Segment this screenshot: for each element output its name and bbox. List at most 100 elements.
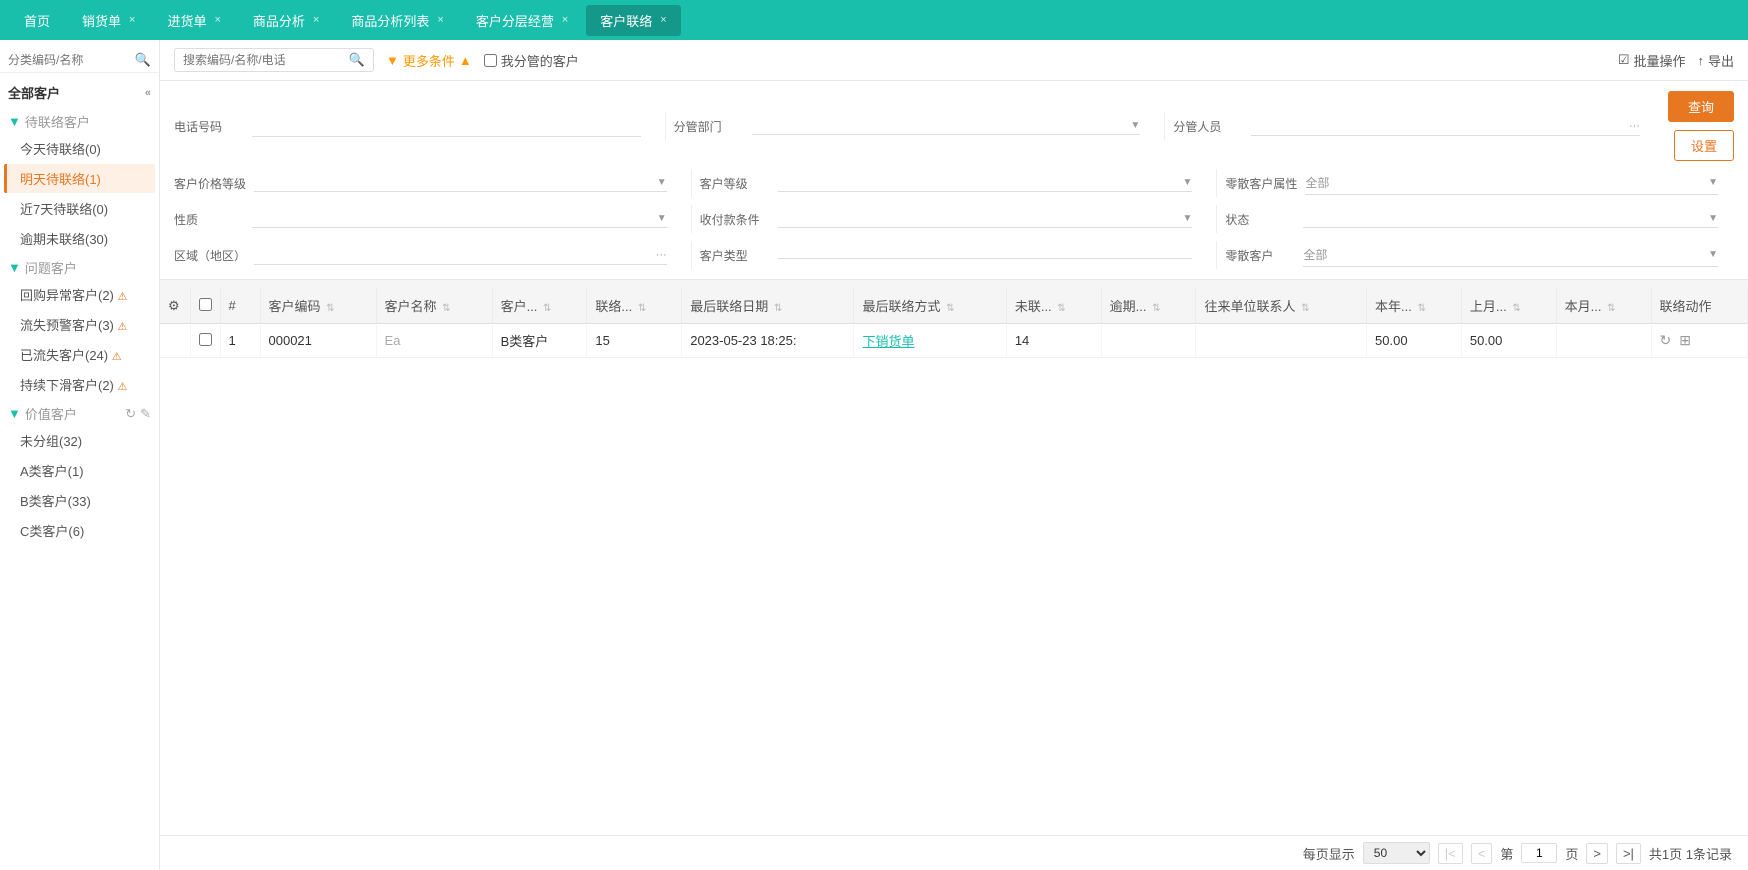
checkbox-icon: ☑	[1618, 52, 1630, 68]
table-header-row: ⚙ # 客户编码 ⇅ 客户名称 ⇅	[160, 288, 1748, 324]
nav-sales-order[interactable]: 销货单 ×	[68, 5, 149, 36]
cust-type-select[interactable]	[778, 252, 1193, 259]
sidebar-week-contact[interactable]: 近7天待联络(0)	[4, 194, 155, 223]
last-method-link[interactable]: 下销货单	[862, 334, 914, 349]
payment-select[interactable]: ▼	[778, 210, 1193, 228]
per-page-label: 每页显示	[1303, 844, 1355, 863]
filter-phone-cell: 电话号码	[174, 116, 657, 137]
sort-icon-method[interactable]: ⇅	[946, 303, 954, 314]
sort-icon-type[interactable]: ⇅	[543, 303, 551, 314]
sort-icon-contact-count[interactable]: ⇅	[638, 303, 646, 314]
close-product-analysis-list[interactable]: ×	[437, 14, 443, 26]
th-this-year: 本年... ⇅	[1367, 288, 1462, 324]
close-product-analysis[interactable]: ×	[313, 14, 319, 26]
per-page-select[interactable]: 50 100 200	[1363, 842, 1430, 864]
prev-page-btn[interactable]: <	[1471, 843, 1493, 864]
pending-contact-label: ▼ 待联络客户	[0, 108, 159, 133]
set-button[interactable]: 设置	[1674, 130, 1734, 161]
sidebar-ungrouped[interactable]: 未分组(32)	[4, 426, 155, 455]
all-customers-header[interactable]: 全部客户 «	[0, 77, 159, 108]
filter-cust-type-cell: 客户类型	[700, 247, 1209, 264]
filter-person-cell: 分管人员 ···	[1173, 117, 1656, 136]
table-body: 1 000021 Ea B类客户 15 2023-05-23 18:25: 下销…	[160, 324, 1748, 358]
phone-input[interactable]	[252, 116, 641, 137]
sidebar-continuous-down[interactable]: 持续下滑客户(2) ⚠	[4, 370, 155, 399]
sidebar-c-class[interactable]: C类客户(6)	[4, 516, 155, 545]
row-no: 1	[220, 324, 260, 358]
nav-customer-contact[interactable]: 客户联络 ×	[586, 5, 680, 36]
close-purchase-order[interactable]: ×	[214, 14, 220, 26]
sidebar-search-input[interactable]	[8, 53, 135, 67]
sidebar-already-lost[interactable]: 已流失客户(24) ⚠	[4, 340, 155, 369]
sort-icon-code[interactable]: ⇅	[326, 303, 334, 314]
cust-level-select[interactable]: ▼	[778, 174, 1193, 192]
row-select-checkbox[interactable]	[199, 333, 212, 346]
filter-row-1: 电话号码 分管部门 ▼ 分管人员	[174, 91, 1734, 161]
sort-icon-name[interactable]: ⇅	[442, 303, 450, 314]
my-customers-checkbox[interactable]: 我分管的客户	[484, 51, 579, 70]
region-select[interactable]: ···	[254, 246, 667, 265]
chevron-up-icon: ▲	[459, 53, 472, 68]
gender-arrow: ▼	[657, 213, 667, 224]
content-area: 🔍 ▼ 更多条件 ▲ 我分管的客户 ☑ 批量操作 ↑ 导出	[160, 40, 1748, 870]
status-select[interactable]: ▼	[1303, 210, 1718, 228]
sort-icon-this-month[interactable]: ⇅	[1607, 303, 1615, 314]
retail-cust-label: 零散客户	[1225, 247, 1295, 264]
settings-icon[interactable]: ⚙	[168, 298, 180, 313]
payment-label: 收付款条件	[700, 211, 770, 228]
edit-icon[interactable]: ✎	[140, 406, 151, 422]
divider-5	[691, 205, 692, 233]
search-icon[interactable]: 🔍	[135, 52, 151, 68]
gender-label: 性质	[174, 211, 244, 228]
sort-icon-overdue[interactable]: ⇅	[1152, 303, 1160, 314]
sidebar-today-contact[interactable]: 今天待联络(0)	[4, 134, 155, 163]
value-customers-label: ▼ 价值客户 ↻ ✎	[0, 400, 159, 425]
sort-icon-year[interactable]: ⇅	[1417, 303, 1425, 314]
nav-purchase-order[interactable]: 进货单 ×	[153, 5, 234, 36]
sidebar-overdue-contact[interactable]: 逾期未联络(30)	[4, 224, 155, 253]
nav-product-analysis[interactable]: 商品分析 ×	[239, 5, 333, 36]
last-page-btn[interactable]: >|	[1616, 843, 1641, 864]
sidebar-repurchase-abnormal[interactable]: 回购异常客户(2) ⚠	[4, 280, 155, 309]
price-level-select[interactable]: ▼	[254, 174, 667, 192]
refresh-icon[interactable]: ↻	[125, 406, 136, 422]
row-action-icon-2[interactable]: ⊞	[1679, 332, 1691, 349]
row-action-icon-1[interactable]: ↻	[1660, 332, 1672, 349]
nav-customer-layered[interactable]: 客户分层经营 ×	[462, 5, 582, 36]
first-page-btn[interactable]: |<	[1438, 843, 1463, 864]
retail-attr-select[interactable]: 全部 ▼	[1305, 171, 1718, 195]
sort-icon-date[interactable]: ⇅	[774, 303, 782, 314]
sidebar-tomorrow-contact[interactable]: 明天待联络(1)	[4, 164, 155, 193]
sidebar-a-class[interactable]: A类客户(1)	[4, 456, 155, 485]
row-code: 000021	[260, 324, 376, 358]
retail-cust-select[interactable]: 全部 ▼	[1303, 243, 1718, 267]
close-customer-layered[interactable]: ×	[562, 14, 568, 26]
sidebar-lost-warning[interactable]: 流失预警客户(3) ⚠	[4, 310, 155, 339]
nav-home[interactable]: 首页	[10, 5, 64, 36]
close-sales-order[interactable]: ×	[129, 14, 135, 26]
batch-operation-btn[interactable]: ☑ 批量操作	[1618, 51, 1686, 70]
divider-7	[691, 241, 692, 269]
next-page-btn[interactable]: >	[1586, 843, 1608, 864]
search-input[interactable]	[183, 53, 349, 67]
row-checkbox	[190, 324, 220, 358]
my-customers-check[interactable]	[484, 54, 497, 67]
sidebar-b-class[interactable]: B类客户(33)	[4, 486, 155, 515]
close-customer-contact[interactable]: ×	[660, 14, 666, 26]
row-gear	[160, 324, 190, 358]
more-conditions-btn[interactable]: ▼ 更多条件 ▲	[386, 51, 472, 70]
sort-icon-uncontacted[interactable]: ⇅	[1057, 303, 1065, 314]
query-button[interactable]: 查询	[1668, 91, 1734, 122]
search-btn-icon[interactable]: 🔍	[349, 52, 365, 68]
gender-select[interactable]: ▼	[252, 210, 667, 228]
sort-icon-person[interactable]: ⇅	[1301, 303, 1309, 314]
select-all-checkbox[interactable]	[199, 298, 212, 311]
person-select[interactable]: ···	[1251, 117, 1640, 136]
sort-icon-last-month[interactable]: ⇅	[1512, 303, 1520, 314]
nav-product-analysis-list[interactable]: 商品分析列表 ×	[337, 5, 457, 36]
page-input[interactable]	[1521, 843, 1557, 863]
price-level-arrow: ▼	[657, 177, 667, 188]
filter-region-cell: 区域（地区） ···	[174, 246, 683, 265]
dept-select[interactable]: ▼	[752, 117, 1141, 135]
export-btn[interactable]: ↑ 导出	[1697, 51, 1734, 70]
